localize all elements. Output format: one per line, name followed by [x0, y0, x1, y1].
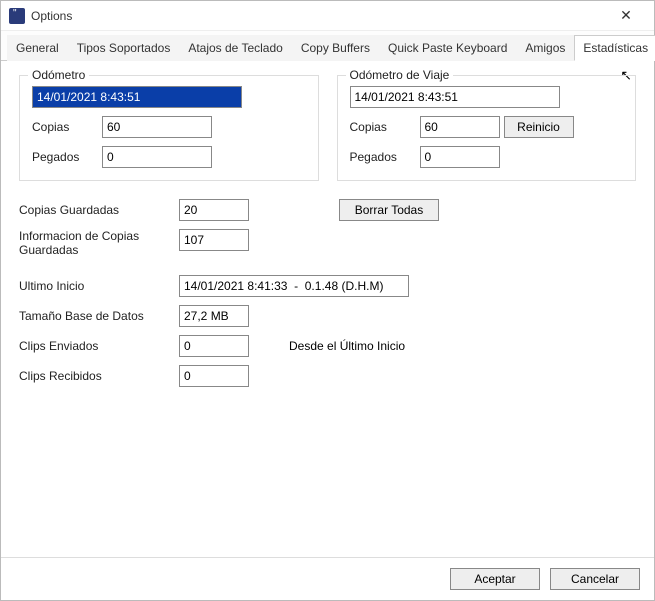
cancel-button[interactable]: Cancelar [550, 568, 640, 590]
dialog-footer: Aceptar Cancelar [1, 557, 654, 600]
clips-recv-label: Clips Recibidos [19, 369, 179, 383]
odometer-pastes[interactable] [102, 146, 212, 168]
db-size[interactable] [179, 305, 249, 327]
tab-atajos-de-teclado[interactable]: Atajos de Teclado [179, 35, 292, 61]
last-start[interactable] [179, 275, 409, 297]
clips-recv[interactable] [179, 365, 249, 387]
odometer-copies[interactable] [102, 116, 212, 138]
clips-sent-label: Clips Enviados [19, 339, 179, 353]
trip-copies[interactable] [420, 116, 500, 138]
saved-info[interactable] [179, 229, 249, 251]
trip-reset-button[interactable]: Reinicio [504, 116, 574, 138]
tab-quick-paste-keyboard[interactable]: Quick Paste Keyboard [379, 35, 516, 61]
odometer-title: Odómetro [28, 68, 89, 82]
clear-all-button[interactable]: Borrar Todas [339, 199, 439, 221]
trip-pastes[interactable] [420, 146, 500, 168]
tab-copy-buffers[interactable]: Copy Buffers [292, 35, 379, 61]
saved-copies-label: Copias Guardadas [19, 203, 179, 217]
db-size-label: Tamaño Base de Datos [19, 309, 179, 323]
tab-tipos-soportados[interactable]: Tipos Soportados [68, 35, 180, 61]
last-start-label: Ultimo Inicio [19, 279, 179, 293]
odometer-date[interactable] [32, 86, 242, 108]
options-window: Options ✕ GeneralTipos SoportadosAtajos … [0, 0, 655, 601]
tab-amigos[interactable]: Amigos [516, 35, 574, 61]
titlebar: Options ✕ [1, 1, 654, 31]
trip-title: Odómetro de Viaje [346, 68, 454, 82]
saved-info-label: Informacion de Copias Guardadas [19, 229, 179, 257]
trip-copies-label: Copias [350, 120, 420, 134]
saved-copies[interactable] [179, 199, 249, 221]
odometer-group: Odómetro Copias Pegados [19, 75, 319, 181]
clips-sent[interactable] [179, 335, 249, 357]
since-label: Desde el Último Inicio [289, 339, 405, 353]
app-icon [9, 8, 25, 24]
trip-date[interactable] [350, 86, 560, 108]
trip-odometer-group: Odómetro de Viaje Copias Reinicio Pegado… [337, 75, 637, 181]
tab-estadísticas[interactable]: Estadísticas [574, 35, 655, 61]
odometer-pastes-label: Pegados [32, 150, 102, 164]
ok-button[interactable]: Aceptar [450, 568, 540, 590]
tab-bar: GeneralTipos SoportadosAtajos de Teclado… [1, 31, 654, 61]
tab-general[interactable]: General [7, 35, 68, 61]
odometer-copies-label: Copias [32, 120, 102, 134]
close-button[interactable]: ✕ [606, 7, 646, 24]
tab-content: ↖ Odómetro Copias Pegados Odómetro de Vi… [1, 61, 654, 557]
window-title: Options [31, 9, 606, 23]
trip-pastes-label: Pegados [350, 150, 420, 164]
